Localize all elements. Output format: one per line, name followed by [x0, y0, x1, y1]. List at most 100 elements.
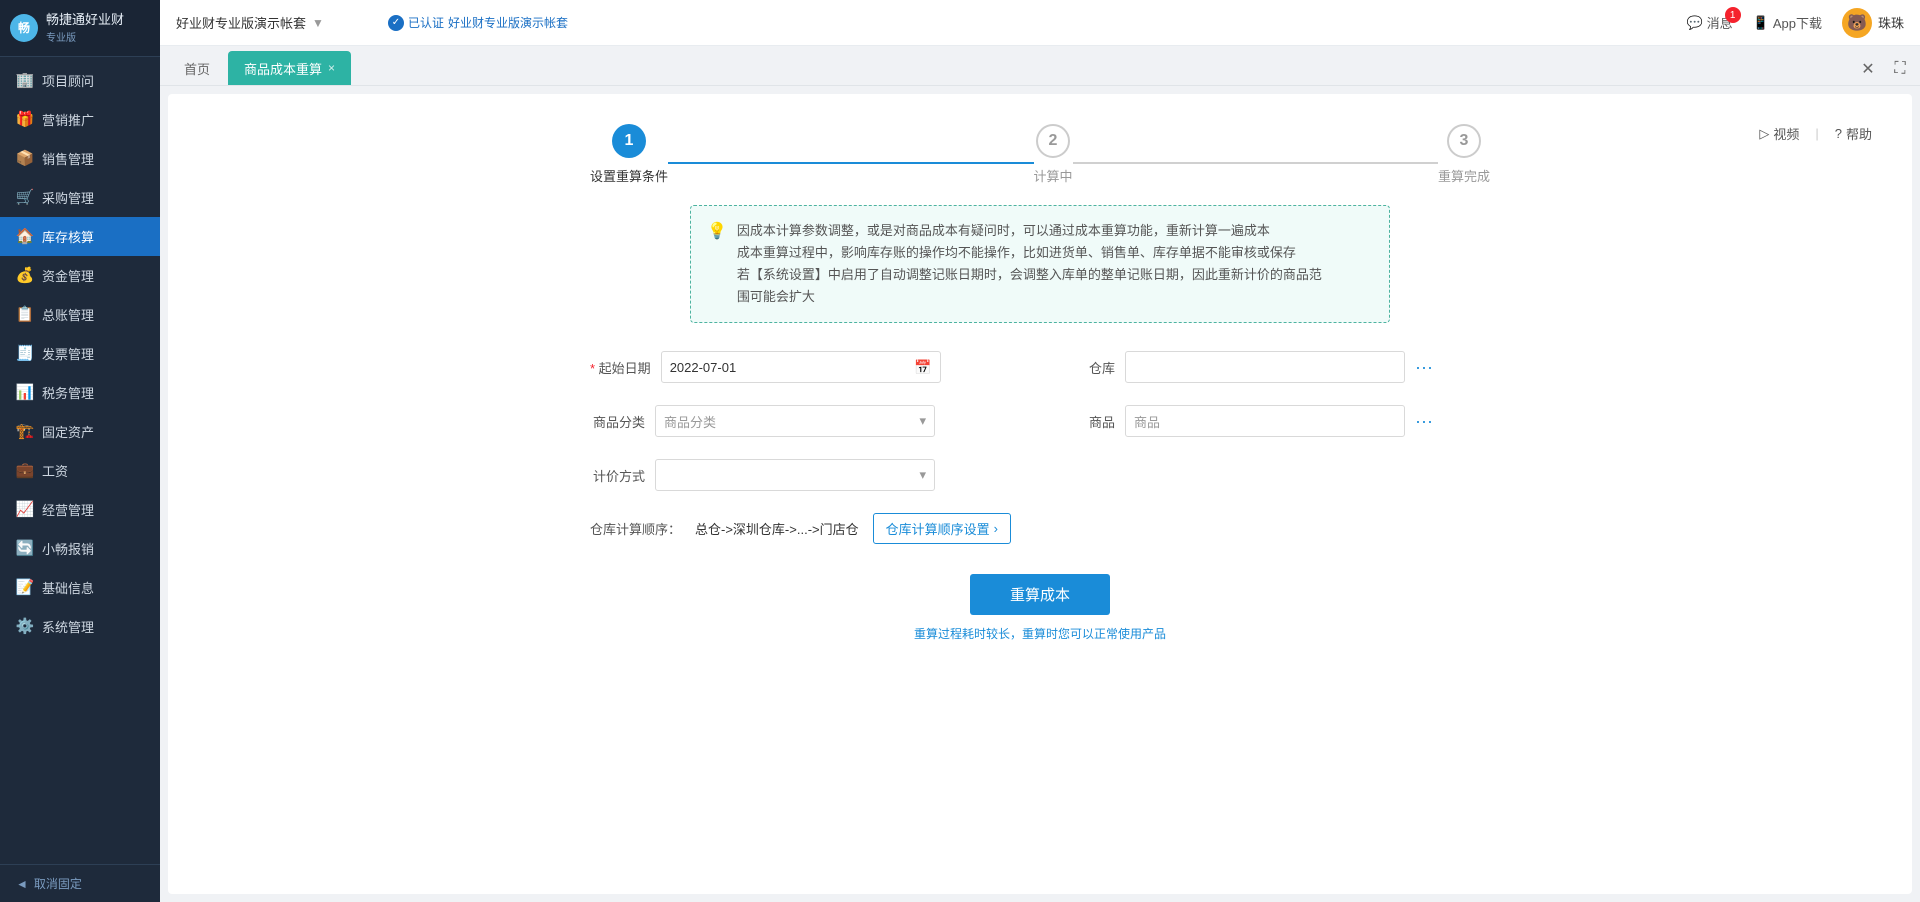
- calc-order-row: 仓库计算顺序： 总仓->深圳仓库->...->门店仓 仓库计算顺序设置 ›: [590, 513, 1490, 544]
- goods-placeholder: 商品: [1134, 412, 1160, 431]
- tax-icon: 📊: [16, 383, 34, 401]
- pricing-group: 计价方式 ▾: [590, 459, 1020, 491]
- shield-icon: ✓: [388, 15, 404, 31]
- tip-text: 因成本计算参数调整，或是对商品成本有疑问时，可以通过成本重算功能，重新计算一遍成…: [737, 220, 1322, 308]
- accounting-icon: 📋: [16, 305, 34, 323]
- goods-label: 商品: [1060, 412, 1115, 431]
- step-1-circle: 1: [612, 124, 646, 158]
- sidebar-item-finance[interactable]: 💰 资金管理: [0, 256, 160, 295]
- app-logo: 畅: [10, 14, 38, 42]
- step-1-label: 设置重算条件: [590, 166, 668, 185]
- help-link[interactable]: ? 帮助: [1835, 124, 1872, 143]
- user-profile[interactable]: 🐻 珠珠: [1842, 8, 1904, 38]
- video-link[interactable]: ▷ 视频: [1759, 124, 1799, 143]
- help-links: ▷ 视频 | ? 帮助: [1759, 124, 1872, 143]
- form-row-2: 商品分类 商品分类 ▾ 商品 商品 ···: [590, 405, 1490, 437]
- main-area: 好业财专业版演示帐套 ▼ ✓ 已认证 好业财专业版演示帐套 💬 消息 1 📱 A…: [160, 0, 1920, 902]
- help-icon: ?: [1835, 126, 1842, 141]
- expense-icon: 🔄: [16, 539, 34, 557]
- close-window-button[interactable]: ✕: [1856, 57, 1880, 81]
- warehouse-more-icon[interactable]: ···: [1415, 357, 1433, 378]
- sidebar-item-system[interactable]: ⚙️ 系统管理: [0, 607, 160, 646]
- sidebar-item-tax[interactable]: 📊 税务管理: [0, 373, 160, 412]
- content-area: 1 设置重算条件 2 计算中 3 重算完成: [168, 94, 1912, 894]
- sidebar-item-salary[interactable]: 💼 工资: [0, 451, 160, 490]
- calc-order-value: 总仓->深圳仓库->...->门店仓: [695, 519, 859, 538]
- avatar: 🐻: [1842, 8, 1872, 38]
- invoice-icon: 🧾: [16, 344, 34, 362]
- recalculate-note: 重算过程耗时较长，重算时您可以正常使用产品: [590, 625, 1490, 642]
- tab-controls: ✕ ⛶: [1856, 57, 1920, 85]
- chevron-right-icon: ›: [994, 521, 998, 536]
- message-icon: 💬: [1686, 15, 1702, 31]
- notification-count: 1: [1725, 7, 1741, 23]
- sidebar-item-marketing[interactable]: 🎁 营销推广: [0, 100, 160, 139]
- warehouse-input[interactable]: [1125, 351, 1405, 383]
- recalculate-button[interactable]: 重算成本: [970, 574, 1110, 615]
- step-3: 3 重算完成: [1438, 124, 1490, 185]
- purchase-icon: 🛒: [16, 188, 34, 206]
- tab-close-icon[interactable]: ×: [328, 61, 335, 75]
- tab-home-label: 首页: [184, 59, 210, 78]
- app-edition: 专业版: [46, 29, 124, 44]
- tab-recalculate-label: 商品成本重算: [244, 59, 322, 78]
- pricing-select[interactable]: ▾: [655, 459, 935, 491]
- topbar: 好业财专业版演示帐套 ▼ ✓ 已认证 好业财专业版演示帐套 💬 消息 1 📱 A…: [160, 0, 1920, 46]
- sidebar-item-label: 固定资产: [42, 422, 94, 441]
- sidebar-item-basic[interactable]: 📝 基础信息: [0, 568, 160, 607]
- category-select[interactable]: 商品分类 ▾: [655, 405, 935, 437]
- pricing-label: 计价方式: [590, 466, 645, 485]
- sidebar-item-label: 发票管理: [42, 344, 94, 363]
- goods-more-icon[interactable]: ···: [1415, 411, 1433, 432]
- salary-icon: 💼: [16, 461, 34, 479]
- steps-container: 1 设置重算条件 2 计算中 3 重算完成: [590, 124, 1490, 185]
- warehouse-group: 仓库 ···: [1060, 351, 1490, 383]
- start-date-group: 起始日期 2022-07-01 📅: [590, 351, 1020, 383]
- sidebar-item-purchase[interactable]: 🛒 采购管理: [0, 178, 160, 217]
- goods-group: 商品 商品 ···: [1060, 405, 1490, 437]
- verified-label: 已认证: [408, 14, 444, 31]
- step-connector-2: [1073, 162, 1438, 164]
- calendar-icon[interactable]: 📅: [914, 359, 931, 376]
- form-row-1: 起始日期 2022-07-01 📅 仓库 ···: [590, 351, 1490, 383]
- tab-recalculate[interactable]: 商品成本重算 ×: [228, 51, 351, 85]
- sidebar-item-assets[interactable]: 🏗️ 固定资产: [0, 412, 160, 451]
- sidebar-item-label: 系统管理: [42, 617, 94, 636]
- play-icon: ▷: [1759, 126, 1769, 142]
- chevron-down-icon: ▾: [919, 467, 926, 483]
- sidebar-item-sales[interactable]: 📦 销售管理: [0, 139, 160, 178]
- tab-home[interactable]: 首页: [168, 51, 226, 85]
- sidebar-pin-toggle[interactable]: ◄ 取消固定: [0, 864, 160, 902]
- sidebar: 畅 畅捷通好业财 专业版 🏢 项目顾问 🎁 营销推广 📦 销售管理 🛒 采购管理…: [0, 0, 160, 902]
- category-value: 商品分类: [664, 412, 716, 431]
- sidebar-item-project[interactable]: 🏢 项目顾问: [0, 61, 160, 100]
- goods-input[interactable]: 商品: [1125, 405, 1405, 437]
- system-icon: ⚙️: [16, 617, 34, 635]
- notification-button[interactable]: 💬 消息 1: [1686, 13, 1732, 32]
- sidebar-item-label: 小畅报销: [42, 539, 94, 558]
- sidebar-item-label: 采购管理: [42, 188, 94, 207]
- sidebar-item-accounting[interactable]: 📋 总账管理: [0, 295, 160, 334]
- sidebar-item-label: 项目顾问: [42, 71, 94, 90]
- tab-bar: 首页 商品成本重算 × ✕ ⛶: [160, 46, 1920, 86]
- sidebar-item-label: 营销推广: [42, 110, 94, 129]
- inventory-icon: 🏠: [16, 227, 34, 245]
- calc-order-settings-button[interactable]: 仓库计算顺序设置 ›: [873, 513, 1011, 544]
- sidebar-item-label: 库存核算: [42, 227, 94, 246]
- start-date-value: 2022-07-01: [670, 360, 907, 375]
- app-download-button[interactable]: 📱 App下载: [1753, 13, 1822, 32]
- sidebar-item-operation[interactable]: 📈 经营管理: [0, 490, 160, 529]
- form-row-3: 计价方式 ▾: [590, 459, 1490, 491]
- step-connector-1: [668, 162, 1033, 164]
- sidebar-item-invoice[interactable]: 🧾 发票管理: [0, 334, 160, 373]
- sidebar-item-inventory[interactable]: 🏠 库存核算: [0, 217, 160, 256]
- step-1: 1 设置重算条件: [590, 124, 668, 185]
- sidebar-item-expense[interactable]: 🔄 小畅报销: [0, 529, 160, 568]
- expand-window-button[interactable]: ⛶: [1888, 57, 1912, 81]
- sidebar-footer-label: 取消固定: [34, 875, 82, 892]
- assets-icon: 🏗️: [16, 422, 34, 440]
- start-date-label: 起始日期: [590, 358, 651, 377]
- sidebar-item-label: 总账管理: [42, 305, 94, 324]
- account-selector[interactable]: 好业财专业版演示帐套 ▼: [176, 13, 376, 32]
- start-date-input[interactable]: 2022-07-01 📅: [661, 351, 941, 383]
